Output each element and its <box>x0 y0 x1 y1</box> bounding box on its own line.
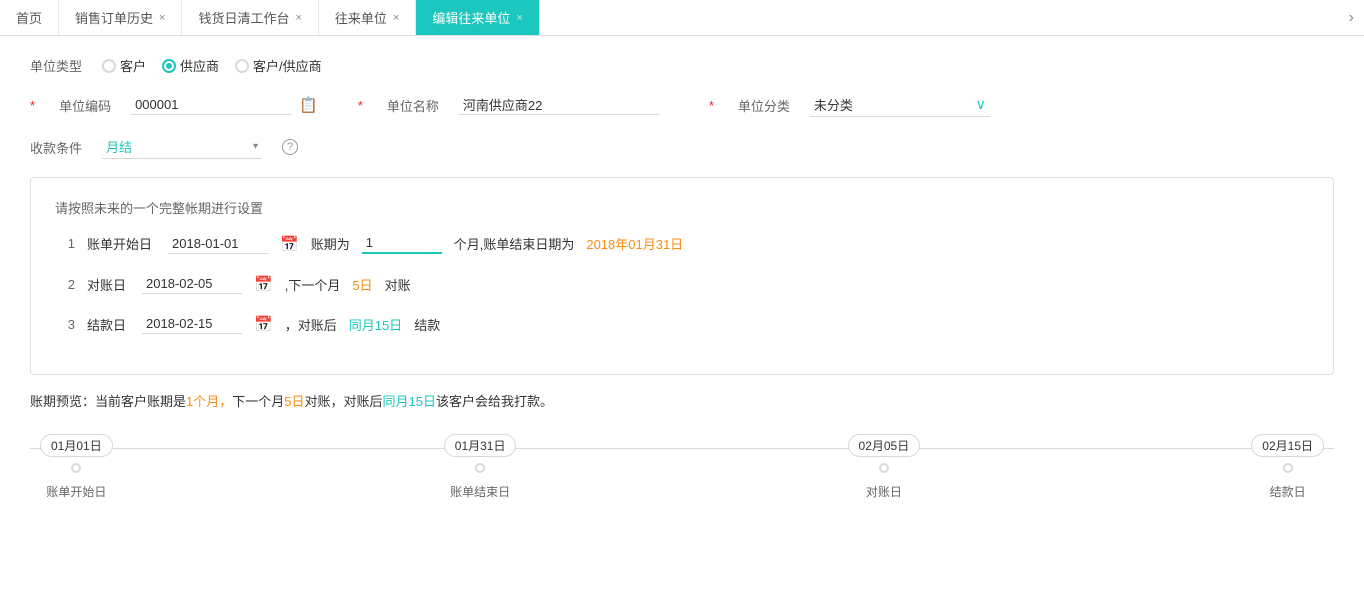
payment-terms-chevron-icon: ▾ <box>253 141 258 152</box>
timeline-point-4: 02月15日 结款日 <box>1251 434 1324 500</box>
timeline-label-1: 账单开始日 <box>46 483 106 500</box>
settings-card: 请按照未来的一个完整帐期进行设置 1 账单开始日 📅 账期为 个月,账单结束日期… <box>30 177 1334 375</box>
tab-units[interactable]: 往来单位 × <box>319 0 416 35</box>
radio-customer[interactable]: 客户 <box>102 56 146 75</box>
unit-info-row: * 单位编码 📋 * 单位名称 * 单位分类 未分类 ∨ <box>30 93 1334 117</box>
payment-calendar-icon[interactable]: 📅 <box>254 315 273 333</box>
preview-payment-highlight: 同月15日 <box>383 394 436 409</box>
preview-reconcile-pre: 下一个月 <box>232 394 284 409</box>
row-num-3: 3 <box>55 317 75 332</box>
main-content: 单位类型 客户 供应商 客户/供应商 * 单位编码 📋 * 单位名称 * <box>0 36 1364 608</box>
reconcile-date-label: 对账日 <box>87 275 126 294</box>
reconcile-calendar-icon[interactable]: 📅 <box>254 275 273 293</box>
tab-edit-unit[interactable]: 编辑往来单位 × <box>416 0 539 35</box>
timeline-point-2: 01月31日 账单结束日 <box>444 434 517 500</box>
radio-both[interactable]: 客户/供应商 <box>235 56 322 75</box>
period-input[interactable] <box>362 233 442 254</box>
timeline-point-3: 02月05日 对账日 <box>848 434 921 500</box>
unit-code-field: 📋 <box>131 95 318 115</box>
timeline-dot-4 <box>1283 463 1293 473</box>
timeline-label-2: 账单结束日 <box>450 483 510 500</box>
help-icon[interactable]: ? <box>282 139 298 155</box>
unit-category-dropdown[interactable]: 未分类 ∨ <box>810 93 990 117</box>
reconcile-suffix-post: 对账 <box>385 275 411 294</box>
unit-code-icon[interactable]: 📋 <box>299 96 318 114</box>
row-num-2: 2 <box>55 277 75 292</box>
end-date-value: 2018年01月31日 <box>586 234 683 253</box>
radio-both-circle <box>235 59 249 73</box>
payment-terms-dropdown[interactable]: 月结 ▾ <box>102 135 262 159</box>
close-tab-units[interactable]: × <box>393 12 399 24</box>
radio-supplier[interactable]: 供应商 <box>162 56 219 75</box>
preview-reconcile-highlight: 5日 <box>284 394 304 409</box>
code-required-star: * <box>30 98 35 113</box>
config-row-2: 2 对账日 📅 ,下一个月 5日对账 <box>55 274 1309 294</box>
card-hint-text: 请按照未来的一个完整帐期进行设置 <box>55 198 1309 217</box>
unit-type-label: 单位类型 <box>30 56 82 75</box>
radio-supplier-circle <box>162 59 176 73</box>
unit-name-label: 单位名称 <box>387 96 439 115</box>
timeline-badge-4: 02月15日 <box>1251 434 1324 457</box>
payment-suffix-post: 结款 <box>414 315 440 334</box>
tab-daily-clear[interactable]: 钱货日清工作台 × <box>182 0 318 35</box>
close-tab-edit[interactable]: × <box>516 12 522 24</box>
start-date-calendar-icon[interactable]: 📅 <box>280 235 299 253</box>
unit-type-radio-group: 客户 供应商 客户/供应商 <box>102 56 322 75</box>
unit-category-label: 单位分类 <box>738 96 790 115</box>
close-tab-sales[interactable]: × <box>159 12 165 24</box>
reconcile-suffix-pre: ,下一个月 <box>285 275 341 294</box>
period-label: 账期为 <box>311 234 350 253</box>
timeline-badge-1: 01月01日 <box>40 434 113 457</box>
payment-date-input[interactable] <box>142 314 242 334</box>
tab-home[interactable]: 首页 <box>0 0 59 35</box>
config-row-1: 1 账单开始日 📅 账期为 个月,账单结束日期为 2018年01月31日 <box>55 233 1309 254</box>
unit-type-row: 单位类型 客户 供应商 客户/供应商 <box>30 56 1334 75</box>
payment-terms-label: 收款条件 <box>30 138 82 157</box>
timeline: 01月01日 账单开始日 01月31日 账单结束日 02月05日 对账日 02月… <box>30 434 1334 500</box>
preview-payment-post: 该客户会给我打款。 <box>436 394 553 409</box>
payment-suffix-pre: ，对账后 <box>285 315 337 334</box>
timeline-dot-1 <box>71 463 81 473</box>
tab-bar: 首页 销售订单历史 × 钱货日清工作台 × 往来单位 × 编辑往来单位 × › <box>0 0 1364 36</box>
start-date-input[interactable] <box>168 234 268 254</box>
timeline-badge-3: 02月05日 <box>848 434 921 457</box>
timeline-dot-3 <box>879 463 889 473</box>
start-date-label: 账单开始日 <box>87 234 152 253</box>
cat-required-star: * <box>709 98 714 113</box>
preview-section: 账期预览：当前客户账期是1个月，下一个月5日对账，对账后同月15日该客户会给我打… <box>30 391 1334 500</box>
payment-terms-value: 月结 <box>106 137 132 156</box>
timeline-points: 01月01日 账单开始日 01月31日 账单结束日 02月05日 对账日 02月… <box>40 434 1324 500</box>
reconcile-date-input[interactable] <box>142 274 242 294</box>
timeline-label-3: 对账日 <box>866 483 902 500</box>
timeline-point-1: 01月01日 账单开始日 <box>40 434 113 500</box>
category-chevron-icon: ∨ <box>976 96 986 113</box>
preview-reconcile-post: 对账，对账后 <box>305 394 383 409</box>
name-required-star: * <box>358 98 363 113</box>
unit-code-label: 单位编码 <box>59 96 111 115</box>
timeline-badge-2: 01月31日 <box>444 434 517 457</box>
payment-day-highlight: 同月15日 <box>349 315 402 334</box>
preview-period-highlight: 1个月， <box>186 394 232 409</box>
row-num-1: 1 <box>55 236 75 251</box>
preview-label: 账期预览：当前客户账期是 <box>30 394 186 409</box>
period-unit-label: 个月,账单结束日期为 <box>454 234 575 253</box>
tab-more-button[interactable]: › <box>1339 0 1364 35</box>
radio-customer-circle <box>102 59 116 73</box>
config-row-3: 3 结款日 📅 ，对账后同月15日结款 <box>55 314 1309 334</box>
timeline-dot-2 <box>475 463 485 473</box>
reconcile-day-highlight: 5日 <box>352 275 372 294</box>
payment-date-label: 结款日 <box>87 315 126 334</box>
timeline-label-4: 结款日 <box>1270 483 1306 500</box>
unit-name-input[interactable] <box>459 95 659 115</box>
preview-text: 账期预览：当前客户账期是1个月，下一个月5日对账，对账后同月15日该客户会给我打… <box>30 391 1334 410</box>
tab-sales-history[interactable]: 销售订单历史 × <box>59 0 182 35</box>
unit-category-value: 未分类 <box>814 95 972 114</box>
payment-terms-row: 收款条件 月结 ▾ ? <box>30 135 1334 159</box>
unit-code-input[interactable] <box>131 95 291 115</box>
close-tab-daily[interactable]: × <box>295 12 301 24</box>
